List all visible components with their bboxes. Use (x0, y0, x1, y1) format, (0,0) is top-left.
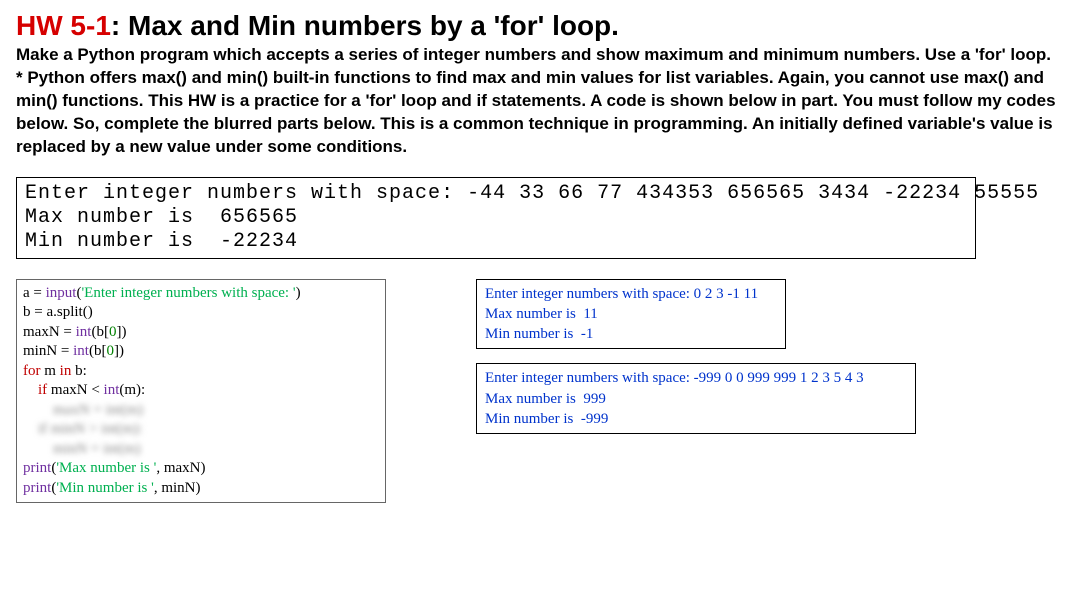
code-line-9-blurred: minN = int(m) (23, 440, 377, 460)
main-output-box: Enter integer numbers with space: -44 33… (16, 177, 976, 259)
hw-number: HW 5-1 (16, 10, 111, 41)
code-line-11: print('Min number is ', minN) (23, 479, 377, 499)
code-line-6: if maxN < int(m): (23, 381, 377, 401)
code-box: a = input('Enter integer numbers with sp… (16, 279, 386, 504)
heading-separator: : (111, 10, 128, 41)
code-line-10: print('Max number is ', maxN) (23, 459, 377, 479)
code-line-5: for m in b: (23, 362, 377, 382)
code-line-8-blurred: if minN > int(m): (23, 420, 377, 440)
page-heading: HW 5-1: Max and Min numbers by a 'for' l… (16, 10, 1061, 42)
code-line-2: b = a.split() (23, 303, 377, 323)
example-output-2: Enter integer numbers with space: -999 0… (476, 363, 916, 434)
code-line-1: a = input('Enter integer numbers with sp… (23, 284, 377, 304)
examples-column: Enter integer numbers with space: 0 2 3 … (476, 279, 916, 435)
code-line-4: minN = int(b[0]) (23, 342, 377, 362)
lower-section: a = input('Enter integer numbers with sp… (16, 279, 1061, 504)
code-line-3: maxN = int(b[0]) (23, 323, 377, 343)
hw-title: Max and Min numbers by a 'for' loop. (128, 10, 619, 41)
example-output-1: Enter integer numbers with space: 0 2 3 … (476, 279, 786, 350)
instructions-text: Make a Python program which accepts a se… (16, 44, 1056, 159)
code-line-7-blurred: maxN = int(m) (23, 401, 377, 421)
